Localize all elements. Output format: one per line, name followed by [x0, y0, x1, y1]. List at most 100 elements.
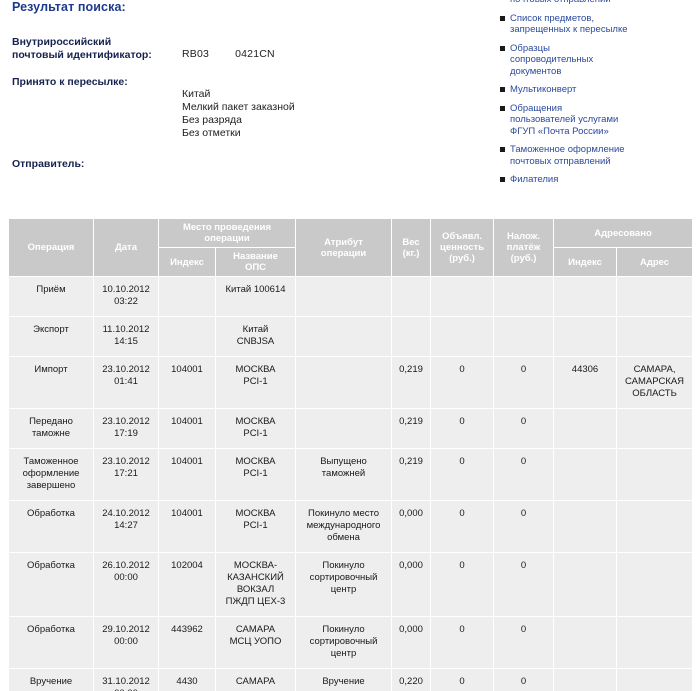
cell-date: 31.10.2012 00:00: [93, 668, 159, 691]
cell-addr-address: [616, 552, 694, 617]
cell-weight: 0,000: [391, 552, 432, 617]
cell-weight: 0,000: [391, 616, 432, 669]
sidebar-item-label[interactable]: Таможенное оформление почтовых отправлен…: [510, 144, 625, 167]
cell-place-index: 104001: [158, 356, 216, 409]
cell-addr-address: [616, 408, 694, 449]
th-date: Дата: [93, 218, 159, 277]
cell-cod: 0: [493, 408, 555, 449]
table-row: Таможенное оформление завершено 23.10.201…: [8, 448, 694, 501]
table-body: Приём 10.10.2012 03:22 Китай 100614 Экспорт…: [8, 276, 694, 691]
cell-cod: 0: [493, 552, 555, 617]
identifier-label: Внутрироссийский почтовый идентификатор:: [12, 36, 152, 61]
sidebar-item-label[interactable]: Мультиконверт: [510, 84, 576, 96]
bullet-icon: [500, 87, 510, 92]
cell-place-index: 104001: [158, 500, 216, 553]
table-row: Обработка 26.10.2012 00:00 102004 МОСКВА- К…: [8, 552, 694, 617]
sidebar-item-label[interactable]: Список предметов, запрещенных к пересылк…: [510, 13, 628, 36]
accepted-value: Китай Мелкий пакет заказной Без разряда …: [182, 88, 295, 139]
table-head: Операция Дата Место проведения операции …: [8, 218, 694, 277]
sidebar-item-5[interactable]: Таможенное оформление почтовых отправлен…: [500, 144, 700, 167]
sender-row: Отправитель:: [12, 158, 492, 171]
cell-cod: 0: [493, 668, 555, 691]
cell-declared-value: 0: [430, 408, 495, 449]
sidebar-item-3[interactable]: Мультиконверт: [500, 84, 700, 96]
cell-date: 23.10.2012 17:21: [93, 448, 159, 501]
cell-attribute: Покинуло сортировочный центр: [295, 552, 393, 617]
cell-declared-value: [430, 276, 495, 317]
search-result-panel: Результат поиска: Внутрироссийский почто…: [12, 0, 492, 185]
bullet-icon: [500, 105, 510, 111]
cell-addr-index: [553, 316, 618, 357]
cell-operation: Таможенное оформление завершено: [8, 448, 94, 501]
cell-addr-address: [616, 668, 694, 691]
cell-attribute: Выпущено таможней: [295, 448, 393, 501]
th-place-group: Место проведения операции: [157, 218, 297, 248]
cell-declared-value: 0: [430, 500, 495, 553]
cell-place-index: 104001: [158, 448, 216, 501]
cell-place-name: МОСКВА PCI-1: [214, 356, 297, 409]
th-addr-index: Индекс: [553, 247, 618, 277]
tracking-table: Операция Дата Место проведения операции …: [8, 218, 694, 691]
cell-cod: 0: [493, 356, 555, 409]
sidebar-item-0[interactable]: почтовых отправлений: [500, 0, 700, 6]
cell-cod: 0: [493, 616, 555, 669]
table-row: Приём 10.10.2012 03:22 Китай 100614: [8, 276, 694, 317]
cell-attribute: [295, 356, 393, 409]
sidebar-item-label[interactable]: Обращения пользователей услугами ФГУП «П…: [510, 103, 618, 138]
cell-addr-address: [616, 316, 694, 357]
page-root: Результат поиска: Внутрироссийский почто…: [0, 0, 700, 691]
cell-weight: 0,219: [391, 448, 432, 501]
cell-date: 11.10.2012 14:15: [93, 316, 159, 357]
th-cod: Налож. платёж (руб.): [493, 218, 555, 277]
sidebar-item-1[interactable]: Список предметов, запрещенных к пересылк…: [500, 13, 700, 36]
cell-cod: 0: [493, 448, 555, 501]
cell-addr-address: [616, 448, 694, 501]
cell-date: 26.10.2012 00:00: [93, 552, 159, 617]
cell-place-name: МОСКВА PCI-1: [214, 500, 297, 553]
sidebar-item-label[interactable]: Образцы сопроводительных документов: [510, 43, 593, 78]
th-operation: Операция: [8, 218, 94, 277]
cell-addr-index: [553, 616, 618, 669]
th-addressed-group: Адресовано: [553, 218, 694, 248]
cell-addr-address: [616, 500, 694, 553]
cell-place-name: САМАРА: [214, 668, 297, 691]
cell-declared-value: 0: [430, 668, 495, 691]
cell-operation: Экспорт: [8, 316, 94, 357]
cell-place-name: МОСКВА- КАЗАНСКИЙ ВОКЗАЛ ПЖДП ЦЕХ-3: [214, 552, 297, 617]
th-place-index: Индекс: [158, 247, 216, 277]
tracking-table-container: Операция Дата Место проведения операции …: [8, 218, 694, 691]
cell-place-index: [158, 276, 216, 317]
sidebar-item-6[interactable]: Филателия: [500, 174, 700, 186]
cell-addr-index: [553, 448, 618, 501]
cell-weight: 0,219: [391, 408, 432, 449]
cell-cod: 0: [493, 500, 555, 553]
cell-addr-address: САМАРА, САМАРСКАЯ ОБЛАСТЬ: [616, 356, 694, 409]
cell-date: 10.10.2012 03:22: [93, 276, 159, 317]
identifier-row: Внутрироссийский почтовый идентификатор:…: [12, 36, 492, 62]
cell-addr-index: [553, 552, 618, 617]
cell-declared-value: 0: [430, 356, 495, 409]
cell-addr-index: [553, 668, 618, 691]
sidebar-item-label[interactable]: Филателия: [510, 174, 558, 186]
bullet-icon: [500, 177, 510, 182]
cell-place-name: МОСКВА PCI-1: [214, 448, 297, 501]
identifier-suffix: 0421CN: [235, 48, 275, 60]
cell-addr-index: 44306: [553, 356, 618, 409]
cell-operation: Импорт: [8, 356, 94, 409]
cell-date: 23.10.2012 01:41: [93, 356, 159, 409]
cell-place-index[interactable]: 4430: [158, 668, 216, 691]
sidebar-item-label[interactable]: почтовых отправлений: [510, 0, 611, 6]
th-addr-address: Адрес: [616, 247, 694, 277]
cell-declared-value: 0: [430, 552, 495, 617]
identifier-prefix: RB03: [182, 48, 210, 60]
sidebar-item-4[interactable]: Обращения пользователей услугами ФГУП «П…: [500, 103, 700, 138]
cell-weight: 0,220: [391, 668, 432, 691]
cell-declared-value: 0: [430, 448, 495, 501]
bullet-icon: [500, 15, 510, 21]
cell-date: 24.10.2012 14:27: [93, 500, 159, 553]
cell-place-index: 104001: [158, 408, 216, 449]
cell-attribute: [295, 316, 393, 357]
cell-addr-address: [616, 276, 694, 317]
cell-date: 29.10.2012 00:00: [93, 616, 159, 669]
sidebar-item-2[interactable]: Образцы сопроводительных документов: [500, 43, 700, 78]
